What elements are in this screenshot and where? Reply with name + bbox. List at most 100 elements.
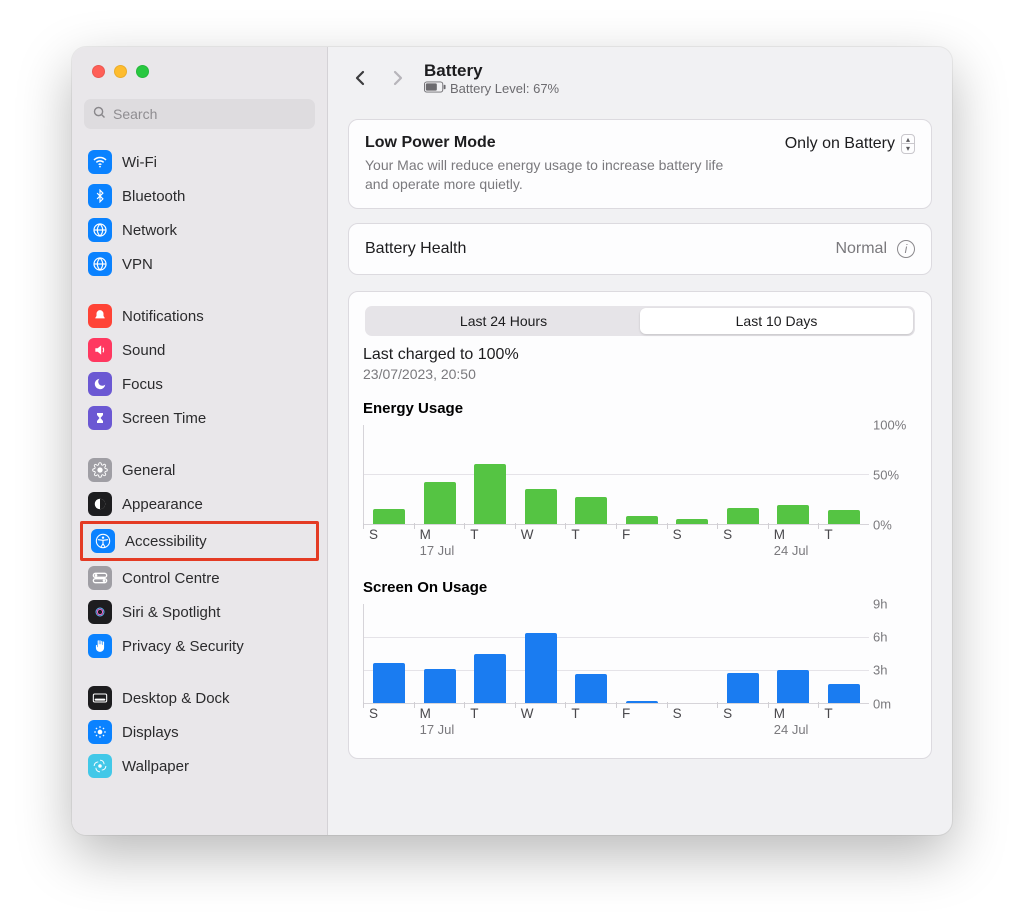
sidebar-item-label: Privacy & Security bbox=[122, 638, 244, 655]
x-tick: S bbox=[667, 527, 718, 561]
sidebar-item-appearance[interactable]: Appearance bbox=[80, 487, 319, 521]
moon-icon bbox=[88, 372, 112, 396]
low-power-select[interactable]: Only on Battery ▴▾ bbox=[785, 134, 915, 154]
network-icon bbox=[88, 218, 112, 242]
sidebar-item-label: Focus bbox=[122, 376, 163, 393]
sidebar-item-vpn[interactable]: VPN bbox=[80, 247, 319, 281]
search-field[interactable] bbox=[84, 99, 315, 129]
info-icon[interactable]: i bbox=[897, 240, 915, 258]
sidebar-item-screen-time[interactable]: Screen Time bbox=[80, 401, 319, 435]
sidebar-item-label: Desktop & Dock bbox=[122, 690, 230, 707]
y-tick-label: 0m bbox=[873, 696, 917, 711]
main-pane: Battery Battery Level: 67% Low Power Mod… bbox=[328, 47, 952, 835]
usage-card: Last 24 Hours Last 10 Days Last charged … bbox=[348, 291, 932, 759]
x-tick: S bbox=[717, 706, 768, 740]
bar bbox=[474, 464, 506, 523]
sidebar-item-desktop-dock[interactable]: Desktop & Dock bbox=[80, 681, 319, 715]
close-window-button[interactable] bbox=[92, 65, 105, 78]
x-tick: S bbox=[363, 706, 414, 740]
x-tick: M17 Jul bbox=[414, 527, 465, 561]
bar bbox=[424, 482, 456, 524]
x-tick: W bbox=[515, 527, 566, 561]
sidebar-item-focus[interactable]: Focus bbox=[80, 367, 319, 401]
sidebar-item-label: Screen Time bbox=[122, 410, 206, 427]
x-tick: M24 Jul bbox=[768, 527, 819, 561]
segment-24h[interactable]: Last 24 Hours bbox=[367, 308, 640, 334]
sidebar-item-label: Displays bbox=[122, 724, 179, 741]
hand-icon bbox=[88, 634, 112, 658]
sidebar-item-wi-fi[interactable]: Wi-Fi bbox=[80, 145, 319, 179]
vpn-icon bbox=[88, 252, 112, 276]
sidebar-item-bluetooth[interactable]: Bluetooth bbox=[80, 179, 319, 213]
siri-icon bbox=[88, 600, 112, 624]
y-tick-label: 3h bbox=[873, 663, 917, 678]
sidebar-item-label: Siri & Spotlight bbox=[122, 604, 220, 621]
bar bbox=[525, 489, 557, 524]
sidebar-item-control-centre[interactable]: Control Centre bbox=[80, 561, 319, 595]
x-tick: W bbox=[515, 706, 566, 740]
minimize-window-button[interactable] bbox=[114, 65, 127, 78]
time-range-segmented[interactable]: Last 24 Hours Last 10 Days bbox=[365, 306, 915, 336]
x-tick: M17 Jul bbox=[414, 706, 465, 740]
displays-icon bbox=[88, 720, 112, 744]
sidebar-item-privacy-security[interactable]: Privacy & Security bbox=[80, 629, 319, 663]
y-tick-label: 50% bbox=[873, 467, 917, 482]
x-tick: F bbox=[616, 527, 667, 561]
sidebar-item-accessibility[interactable]: Accessibility bbox=[83, 524, 316, 558]
bell-icon bbox=[88, 304, 112, 328]
last-charged-sub: 23/07/2023, 20:50 bbox=[363, 366, 917, 382]
battery-subtitle: Battery Level: 67% bbox=[424, 81, 559, 96]
sidebar-item-wallpaper[interactable]: Wallpaper bbox=[80, 749, 319, 783]
gear-icon bbox=[88, 458, 112, 482]
x-tick: T bbox=[818, 706, 869, 740]
bar bbox=[474, 654, 506, 702]
last-charged-title: Last charged to 100% bbox=[363, 346, 917, 364]
sidebar-item-siri-spotlight[interactable]: Siri & Spotlight bbox=[80, 595, 319, 629]
search-wrap bbox=[72, 91, 327, 139]
zoom-window-button[interactable] bbox=[136, 65, 149, 78]
x-tick: S bbox=[667, 706, 718, 740]
y-tick-label: 9h bbox=[873, 596, 917, 611]
sidebar-item-general[interactable]: General bbox=[80, 453, 319, 487]
header: Battery Battery Level: 67% bbox=[348, 47, 932, 109]
sidebar-item-sound[interactable]: Sound bbox=[80, 333, 319, 367]
hourglass-icon bbox=[88, 406, 112, 430]
x-tick: M24 Jul bbox=[768, 706, 819, 740]
nav-back-button[interactable] bbox=[348, 66, 372, 90]
sidebar-item-displays[interactable]: Displays bbox=[80, 715, 319, 749]
search-input[interactable] bbox=[107, 106, 307, 122]
low-power-left: Low Power Mode Your Mac will reduce ener… bbox=[365, 134, 785, 194]
battery-icon bbox=[424, 81, 446, 96]
bar bbox=[525, 633, 557, 702]
battery-health-value: Normal bbox=[835, 240, 887, 258]
battery-health-label: Battery Health bbox=[365, 240, 466, 258]
sidebar-item-network[interactable]: Network bbox=[80, 213, 319, 247]
chart-title: Screen On Usage bbox=[363, 579, 917, 596]
wallpaper-icon bbox=[88, 754, 112, 778]
bar bbox=[676, 519, 708, 524]
bar bbox=[626, 516, 658, 524]
up-down-icon: ▴▾ bbox=[901, 134, 915, 154]
x-tick: S bbox=[717, 527, 768, 561]
nav-forward-button[interactable] bbox=[386, 66, 410, 90]
x-tick: S bbox=[363, 527, 414, 561]
sound-icon bbox=[88, 338, 112, 362]
switches-icon bbox=[88, 566, 112, 590]
bar bbox=[828, 510, 860, 524]
sidebar: Wi-FiBluetoothNetworkVPN NotificationsSou… bbox=[72, 47, 328, 835]
accessibility-icon bbox=[91, 529, 115, 553]
bar bbox=[626, 701, 658, 703]
segment-10d[interactable]: Last 10 Days bbox=[640, 308, 913, 334]
settings-window: Wi-FiBluetoothNetworkVPN NotificationsSou… bbox=[72, 47, 952, 835]
dock-icon bbox=[88, 686, 112, 710]
sidebar-item-label: Accessibility bbox=[125, 533, 207, 550]
sidebar-item-notifications[interactable]: Notifications bbox=[80, 299, 319, 333]
bluetooth-icon bbox=[88, 184, 112, 208]
search-icon bbox=[92, 105, 107, 124]
window-controls bbox=[72, 47, 327, 91]
low-power-value: Only on Battery bbox=[785, 135, 895, 153]
bar bbox=[424, 669, 456, 703]
x-tick: T bbox=[565, 527, 616, 561]
sidebar-item-label: General bbox=[122, 462, 175, 479]
battery-health-card: Battery Health Normal i bbox=[348, 223, 932, 275]
